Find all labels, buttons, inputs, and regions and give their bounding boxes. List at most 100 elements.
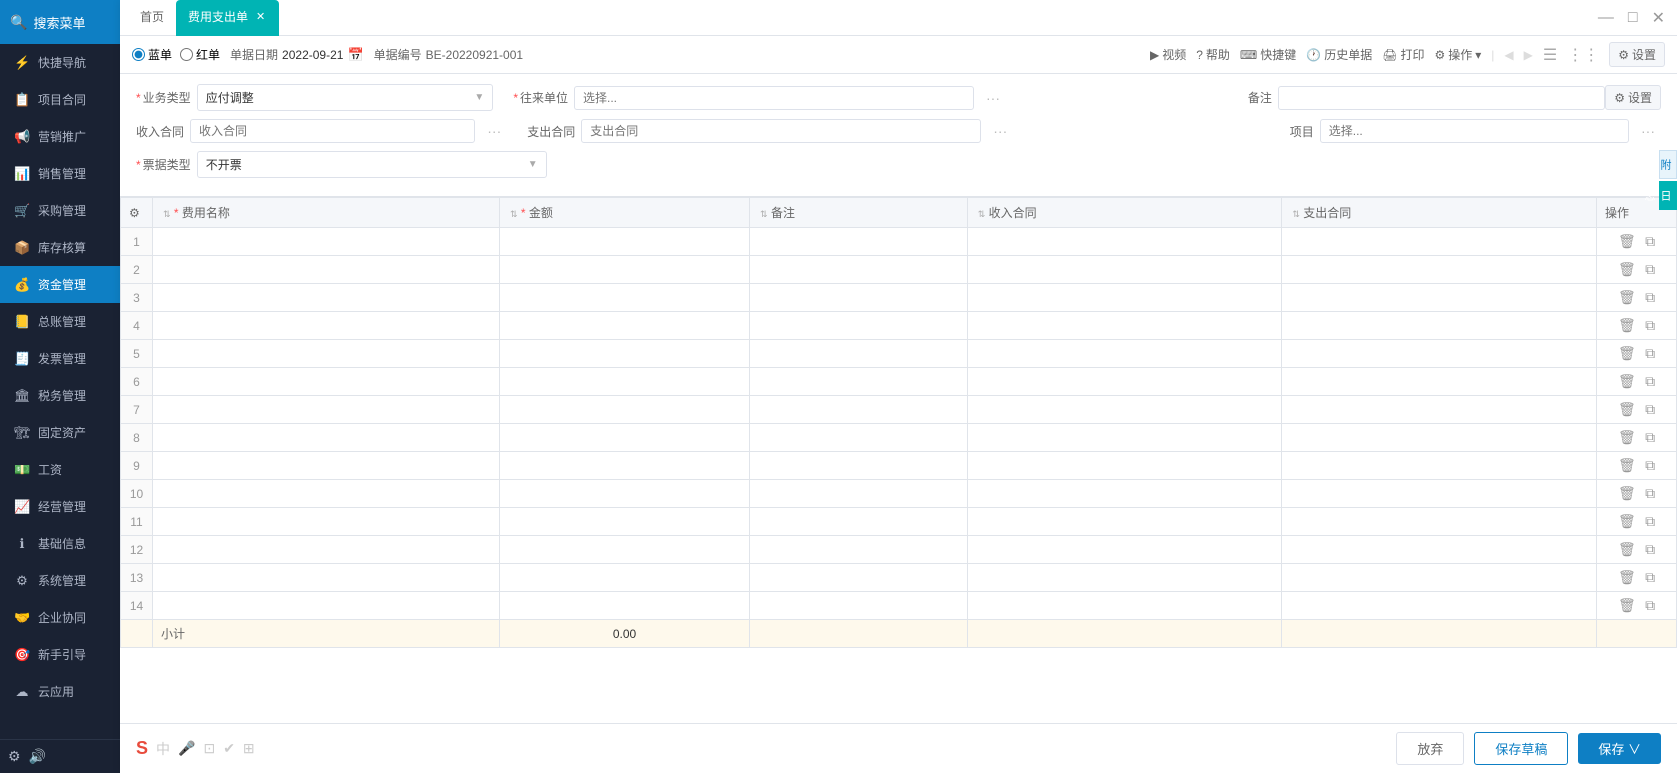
copy-icon[interactable]: ⧉: [1645, 541, 1655, 557]
delete-icon[interactable]: 🗑: [1618, 541, 1636, 557]
expense-name-cell[interactable]: [153, 284, 500, 312]
expense-contract-input[interactable]: [581, 119, 981, 143]
amount-cell[interactable]: [499, 424, 749, 452]
income-contract-cell[interactable]: [967, 312, 1282, 340]
operation-btn[interactable]: ⚙ 操作 ▾: [1434, 46, 1481, 63]
delete-icon[interactable]: 🗑: [1618, 345, 1636, 361]
expense-name-cell[interactable]: [153, 592, 500, 620]
income-contract-cell[interactable]: [967, 284, 1282, 312]
copy-icon[interactable]: ⧉: [1645, 429, 1655, 445]
tab-home[interactable]: 首页: [128, 0, 176, 36]
draft-button[interactable]: 保存草稿: [1474, 732, 1568, 765]
copy-icon[interactable]: ⧉: [1645, 289, 1655, 305]
remark-input[interactable]: [1278, 86, 1605, 110]
sidebar-item-sys[interactable]: ⚙ 系统管理: [0, 562, 120, 599]
amount-cell[interactable]: [499, 340, 749, 368]
expense-name-cell[interactable]: [153, 368, 500, 396]
table-col-amount[interactable]: ⇅ * 金额: [499, 198, 749, 228]
sidebar-search[interactable]: 🔍 搜索菜单: [0, 0, 120, 44]
sidebar-item-cloud[interactable]: ☁ 云应用: [0, 673, 120, 710]
log-tab[interactable]: 日志: [1659, 181, 1677, 210]
remark-cell[interactable]: [750, 452, 968, 480]
sidebar-item-purchase[interactable]: 🛒 采购管理: [0, 192, 120, 229]
copy-icon[interactable]: ⧉: [1645, 457, 1655, 473]
expense-contract-cell[interactable]: [1282, 228, 1597, 256]
discard-button[interactable]: 放弃: [1396, 732, 1464, 765]
expense-contract-cell[interactable]: [1282, 592, 1597, 620]
table-col-expense-contract[interactable]: ⇅ 支出合同: [1282, 198, 1597, 228]
remark-cell[interactable]: [750, 536, 968, 564]
amount-cell[interactable]: [499, 452, 749, 480]
biz-type-select[interactable]: 应付调整 ▼: [197, 84, 494, 111]
income-contract-cell[interactable]: [967, 228, 1282, 256]
remark-cell[interactable]: [750, 368, 968, 396]
expense-contract-cell[interactable]: [1282, 340, 1597, 368]
blue-bill-input[interactable]: [132, 48, 145, 61]
income-contract-cell[interactable]: [967, 480, 1282, 508]
delete-icon[interactable]: 🗑: [1618, 597, 1636, 613]
delete-icon[interactable]: 🗑: [1618, 485, 1636, 501]
expense-contract-cell[interactable]: [1282, 312, 1597, 340]
expense-name-cell[interactable]: [153, 508, 500, 536]
remark-cell[interactable]: [750, 396, 968, 424]
income-contract-cell[interactable]: [967, 256, 1282, 284]
sidebar-item-invoice[interactable]: 🧾 发票管理: [0, 340, 120, 377]
shortcut-btn[interactable]: ⌨ 快捷键: [1240, 46, 1296, 63]
income-contract-cell[interactable]: [967, 592, 1282, 620]
remark-cell[interactable]: [750, 228, 968, 256]
sidebar-item-fixed-assets[interactable]: 🏗 固定资产: [0, 414, 120, 451]
save-button[interactable]: 保存 ∨: [1578, 733, 1661, 764]
project-more-icon[interactable]: ···: [1635, 123, 1661, 139]
amount-cell[interactable]: [499, 592, 749, 620]
red-bill-radio[interactable]: 红单: [180, 46, 220, 63]
video-btn[interactable]: ▶ 视频: [1150, 46, 1186, 63]
print-btn[interactable]: 🖨 打印: [1382, 46, 1424, 63]
copy-icon[interactable]: ⧉: [1645, 513, 1655, 529]
expense-contract-more-icon[interactable]: ···: [987, 123, 1013, 139]
delete-icon[interactable]: 🗑: [1618, 429, 1636, 445]
table-col-expense-name[interactable]: ⇅ * 费用名称: [153, 198, 500, 228]
volume-btn[interactable]: 🔊: [29, 748, 46, 765]
project-input[interactable]: [1320, 119, 1629, 143]
amount-cell[interactable]: [499, 368, 749, 396]
delete-icon[interactable]: 🗑: [1618, 513, 1636, 529]
remark-cell[interactable]: [750, 564, 968, 592]
amount-cell[interactable]: [499, 508, 749, 536]
window-close-button[interactable]: ✕: [1648, 6, 1669, 30]
table-col-income-contract[interactable]: ⇅ 收入合同: [967, 198, 1282, 228]
attach-tab[interactable]: 附: [1659, 150, 1677, 179]
delete-icon[interactable]: 🗑: [1618, 289, 1636, 305]
expense-contract-cell[interactable]: [1282, 508, 1597, 536]
sidebar-item-tax[interactable]: 🏛 税务管理: [0, 377, 120, 414]
expense-contract-cell[interactable]: [1282, 424, 1597, 452]
remark-cell[interactable]: [750, 256, 968, 284]
sidebar-item-ledger[interactable]: 📒 总账管理: [0, 303, 120, 340]
income-contract-input[interactable]: [190, 119, 475, 143]
expense-name-cell[interactable]: [153, 340, 500, 368]
sidebar-item-inventory[interactable]: 📦 库存核算: [0, 229, 120, 266]
copy-icon[interactable]: ⧉: [1645, 373, 1655, 389]
expense-name-cell[interactable]: [153, 256, 500, 284]
amount-cell[interactable]: [499, 228, 749, 256]
copy-icon[interactable]: ⧉: [1645, 597, 1655, 613]
expense-name-cell[interactable]: [153, 480, 500, 508]
remark-cell[interactable]: [750, 312, 968, 340]
partner-input[interactable]: [574, 86, 974, 110]
calendar-icon[interactable]: 📅: [347, 47, 363, 63]
delete-icon[interactable]: 🗑: [1618, 569, 1636, 585]
delete-icon[interactable]: 🗑: [1618, 317, 1636, 333]
remark-cell[interactable]: [750, 424, 968, 452]
expense-name-cell[interactable]: [153, 312, 500, 340]
expense-name-cell[interactable]: [153, 396, 500, 424]
copy-icon[interactable]: ⧉: [1645, 317, 1655, 333]
expense-contract-cell[interactable]: [1282, 564, 1597, 592]
remark-cell[interactable]: [750, 480, 968, 508]
income-contract-cell[interactable]: [967, 340, 1282, 368]
window-maximize-button[interactable]: □: [1624, 7, 1642, 29]
expense-name-cell[interactable]: [153, 536, 500, 564]
income-contract-cell[interactable]: [967, 536, 1282, 564]
income-contract-cell[interactable]: [967, 396, 1282, 424]
tab-expense[interactable]: 费用支出单 ✕: [176, 0, 279, 36]
sidebar-item-salary[interactable]: 💵 工资: [0, 451, 120, 488]
expense-name-cell[interactable]: [153, 452, 500, 480]
